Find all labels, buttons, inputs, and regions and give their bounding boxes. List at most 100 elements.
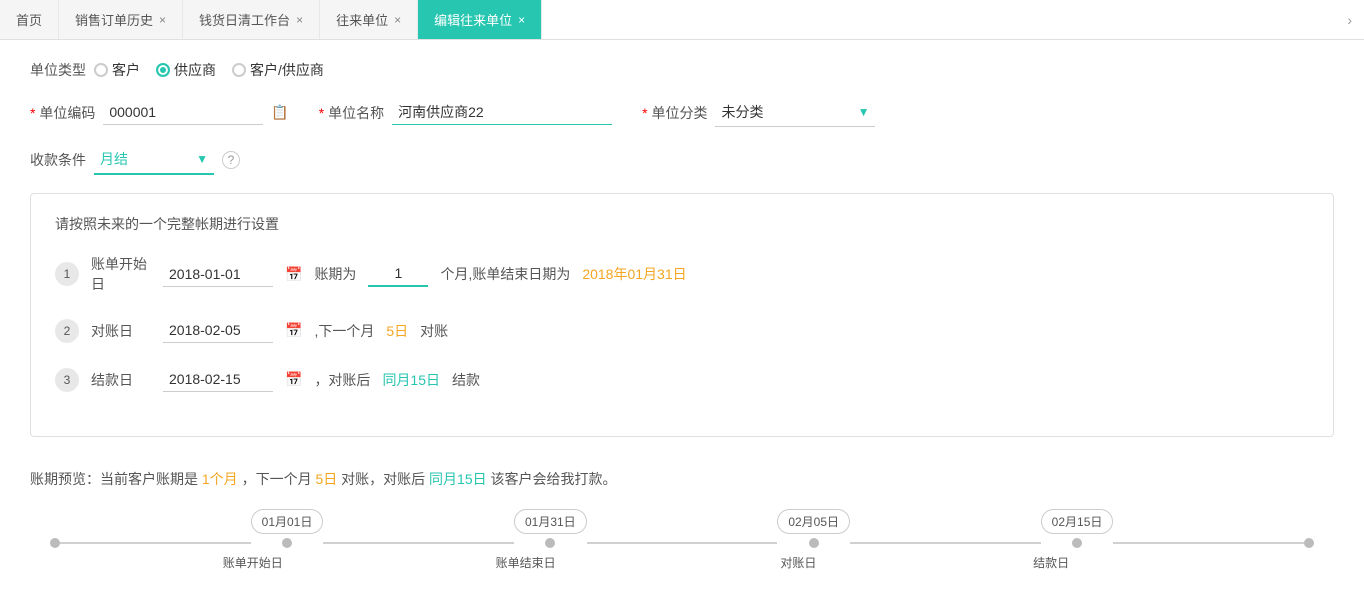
row-num-1: 1 bbox=[55, 262, 79, 286]
setting-row-2: 2 对账日 📅 ,下一个月 5日 对账 bbox=[55, 318, 1309, 343]
reconcile-desc-prefix: ,下一个月 bbox=[314, 321, 374, 341]
start-date-input[interactable] bbox=[163, 262, 273, 287]
radio-supplier-circle bbox=[156, 63, 170, 77]
tab-home[interactable]: 首页 bbox=[0, 0, 59, 39]
radio-customer-label: 客户 bbox=[112, 60, 140, 80]
timeline-dot-badge-4 bbox=[1072, 538, 1082, 548]
payment-label: 收款条件 bbox=[30, 150, 86, 170]
reconcile-date-calendar-icon[interactable]: 📅 bbox=[285, 322, 302, 339]
unit-class-chevron-icon: ▼ bbox=[858, 105, 870, 119]
tab-sales-history-close[interactable]: × bbox=[159, 13, 166, 27]
payment-help-icon[interactable]: ? bbox=[222, 151, 240, 169]
radio-supplier[interactable]: 供应商 bbox=[156, 60, 216, 80]
preview-section: 账期预览：当前客户账期是 1个月 ，下一个月 5日 对账，对账后 同月15日 该… bbox=[30, 453, 1334, 579]
radio-both-circle bbox=[232, 63, 246, 77]
unit-class-value: 未分类 bbox=[721, 102, 853, 122]
timeline-dot-badge-2 bbox=[545, 538, 555, 548]
unit-class-select[interactable]: 未分类 ▼ bbox=[715, 98, 875, 127]
reconcile-day-highlight: 5日 bbox=[386, 321, 408, 341]
preview-part3: 同月15日 bbox=[429, 471, 487, 487]
timeline-badge-2: 01月31日 bbox=[514, 509, 587, 534]
tab-edit-partner-label: 编辑往来单位 bbox=[434, 10, 512, 29]
unit-name-input[interactable] bbox=[392, 100, 612, 125]
tab-cash-work[interactable]: 钱货日清工作台 × bbox=[183, 0, 320, 39]
setting-row-1: 1 账单开始日 📅 账期为 个月,账单结束日期为 2018年01月31日 bbox=[55, 254, 1309, 294]
payment-select[interactable]: 月结 ▼ bbox=[94, 145, 214, 175]
tab-bar: 首页 销售订单历史 × 钱货日清工作台 × 往来单位 × 编辑往来单位 × › bbox=[0, 0, 1364, 40]
radio-both-label: 客户/供应商 bbox=[250, 60, 324, 80]
period-month-input[interactable] bbox=[368, 261, 428, 287]
timeline-dot-end bbox=[1304, 538, 1314, 548]
unit-info-row: 单位编码 📋 单位名称 单位分类 未分类 ▼ bbox=[30, 98, 1334, 127]
unit-type-field: 单位类型 客户 供应商 客户/供应商 bbox=[30, 60, 324, 80]
preview-text: 账期预览：当前客户账期是 1个月 ，下一个月 5日 对账，对账后 同月15日 该… bbox=[30, 469, 1334, 489]
preview-part1: 1个月 bbox=[202, 471, 238, 487]
radio-both[interactable]: 客户/供应商 bbox=[232, 60, 324, 80]
tab-edit-partner[interactable]: 编辑往来单位 × bbox=[418, 0, 542, 39]
reconcile-date-input[interactable] bbox=[163, 318, 273, 343]
unit-name-field: 单位名称 bbox=[319, 100, 612, 125]
card-title: 请按照未来的一个完整帐期进行设置 bbox=[55, 214, 1309, 234]
payment-condition-row: 收款条件 月结 ▼ ? bbox=[30, 145, 1334, 175]
preview-part1-sep: ，下一个月 bbox=[242, 471, 312, 487]
timeline-label-4: 结款日 bbox=[1021, 554, 1081, 571]
tab-scroll-arrow[interactable]: › bbox=[1335, 0, 1364, 39]
preview-part3-sep: 该客户会给我打款。 bbox=[491, 471, 617, 487]
preview-prefix: 账期预览：当前客户账期是 bbox=[30, 471, 198, 487]
unit-name-label: 单位名称 bbox=[319, 103, 384, 123]
timeline-badge-3: 02月05日 bbox=[777, 509, 850, 534]
unit-class-label: 单位分类 bbox=[642, 103, 707, 123]
timeline-label-2: 账单结束日 bbox=[486, 554, 566, 571]
tab-cash-work-label: 钱货日清工作台 bbox=[199, 10, 290, 29]
unit-type-row: 单位类型 客户 供应商 客户/供应商 bbox=[30, 60, 1334, 80]
timeline-badge-1: 01月01日 bbox=[251, 509, 324, 534]
unit-code-field: 单位编码 📋 bbox=[30, 100, 289, 125]
timeline-dot-badge-1 bbox=[282, 538, 292, 548]
tab-partner[interactable]: 往来单位 × bbox=[320, 0, 418, 39]
settings-card: 请按照未来的一个完整帐期进行设置 1 账单开始日 📅 账期为 个月,账单结束日期… bbox=[30, 193, 1334, 437]
tab-sales-history[interactable]: 销售订单历史 × bbox=[59, 0, 183, 39]
timeline-badge-4: 02月15日 bbox=[1041, 509, 1114, 534]
start-date-calendar-icon[interactable]: 📅 bbox=[285, 266, 302, 283]
unit-type-label: 单位类型 bbox=[30, 60, 86, 80]
row-num-3: 3 bbox=[55, 368, 79, 392]
timeline-line-3 bbox=[587, 542, 778, 544]
unit-code-label: 单位编码 bbox=[30, 103, 95, 123]
unit-class-field: 单位分类 未分类 ▼ bbox=[642, 98, 875, 127]
tab-partner-close[interactable]: × bbox=[394, 13, 401, 27]
timeline-label-1: 账单开始日 bbox=[213, 554, 293, 571]
period-prefix: 账期为 bbox=[314, 264, 356, 284]
row-label-1: 账单开始日 bbox=[91, 254, 151, 294]
payment-chevron-icon: ▼ bbox=[196, 152, 208, 166]
timeline-line-1 bbox=[60, 542, 251, 544]
radio-supplier-label: 供应商 bbox=[174, 60, 216, 80]
period-suffix-1: 个月,账单结束日期为 bbox=[440, 264, 570, 284]
tab-edit-partner-close[interactable]: × bbox=[518, 13, 525, 27]
row-num-2: 2 bbox=[55, 319, 79, 343]
timeline-dot-1 bbox=[50, 538, 60, 548]
main-content: 单位类型 客户 供应商 客户/供应商 单位编码 📋 bbox=[0, 40, 1364, 608]
preview-part2: 5日 bbox=[315, 471, 337, 487]
reconcile-desc-suffix: 对账 bbox=[420, 321, 448, 341]
period-end-date: 2018年01月31日 bbox=[582, 264, 686, 284]
timeline-label-3: 对账日 bbox=[768, 554, 828, 571]
payment-day-highlight: 同月15日 bbox=[382, 370, 440, 390]
radio-customer-circle bbox=[94, 63, 108, 77]
timeline-line-5 bbox=[1113, 542, 1304, 544]
payment-desc-prefix: ，对账后 bbox=[314, 370, 370, 390]
unit-type-radio-group: 客户 供应商 客户/供应商 bbox=[94, 60, 324, 80]
tab-cash-work-close[interactable]: × bbox=[296, 13, 303, 27]
row-label-3: 结款日 bbox=[91, 370, 151, 390]
timeline-dot-badge-3 bbox=[809, 538, 819, 548]
timeline-line-2 bbox=[323, 542, 514, 544]
payment-date-calendar-icon[interactable]: 📅 bbox=[285, 371, 302, 388]
preview-part2-sep: 对账，对账后 bbox=[341, 471, 425, 487]
payment-desc-suffix: 结款 bbox=[452, 370, 480, 390]
radio-customer[interactable]: 客户 bbox=[94, 60, 140, 80]
unit-code-icon[interactable]: 📋 bbox=[271, 104, 288, 121]
payment-date-input[interactable] bbox=[163, 367, 273, 392]
unit-code-input[interactable] bbox=[103, 100, 263, 125]
tab-home-label: 首页 bbox=[16, 10, 42, 29]
row-label-2: 对账日 bbox=[91, 321, 151, 341]
tab-sales-history-label: 销售订单历史 bbox=[75, 10, 153, 29]
